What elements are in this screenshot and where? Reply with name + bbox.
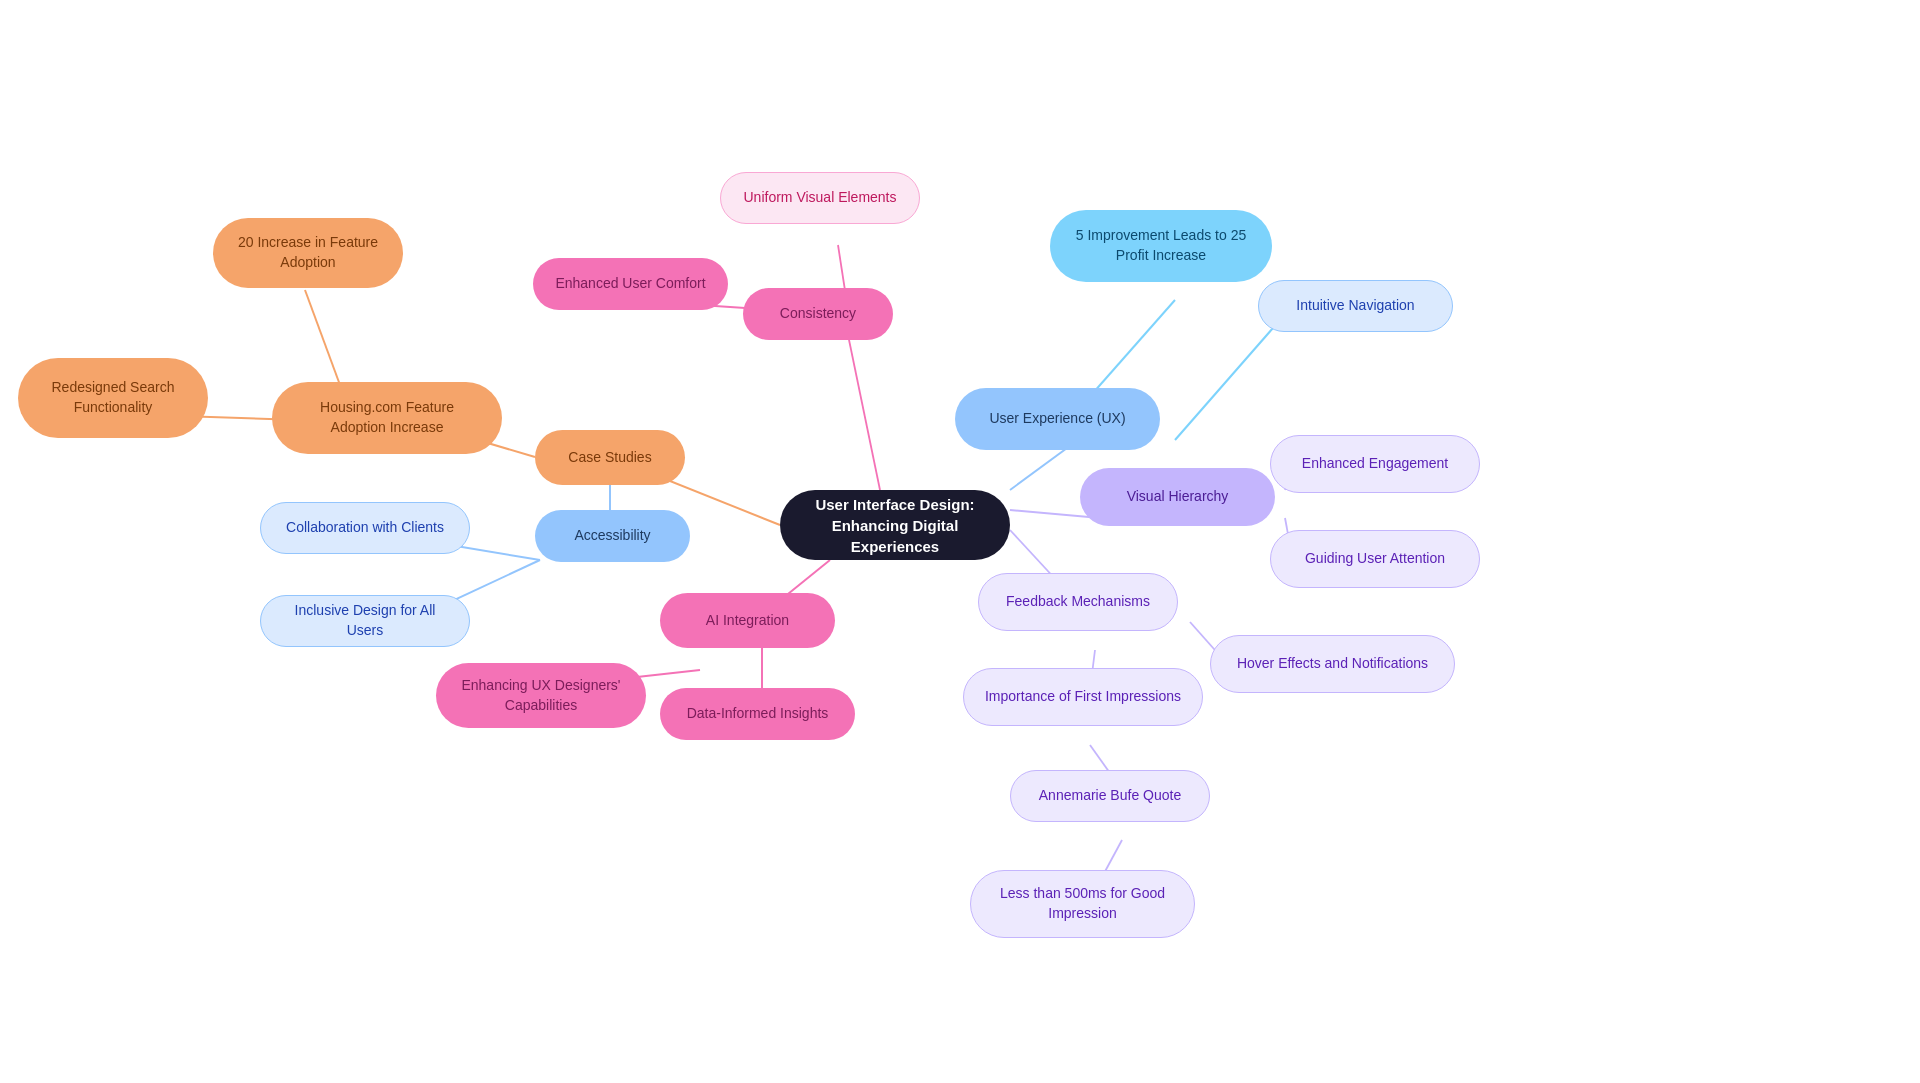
improvement-node[interactable]: 5 Improvement Leads to 25 Profit Increas… (1050, 210, 1272, 282)
guiding-user-label: Guiding User Attention (1305, 549, 1445, 569)
center-label: User Interface Design: Enhancing Digital… (800, 494, 990, 557)
housing-com-node[interactable]: Housing.com Feature Adoption Increase (272, 382, 502, 454)
inclusive-label: Inclusive Design for All Users (281, 601, 449, 640)
uniform-visual-node[interactable]: Uniform Visual Elements (720, 172, 920, 224)
intuitive-nav-label: Intuitive Navigation (1296, 296, 1414, 316)
improvement-label: 5 Improvement Leads to 25 Profit Increas… (1070, 226, 1252, 265)
uniform-visual-label: Uniform Visual Elements (743, 188, 896, 208)
consistency-node[interactable]: Consistency (743, 288, 893, 340)
ai-integration-label: AI Integration (706, 611, 789, 631)
less-than-500-node[interactable]: Less than 500ms for Good Impression (970, 870, 1195, 938)
visual-hierarchy-label: Visual Hierarchy (1127, 487, 1229, 507)
enhanced-comfort-node[interactable]: Enhanced User Comfort (533, 258, 728, 310)
less-than-500-label: Less than 500ms for Good Impression (991, 884, 1174, 923)
feedback-mechanisms-label: Feedback Mechanisms (1006, 592, 1150, 612)
redesigned-search-node[interactable]: Redesigned Search Functionality (18, 358, 208, 438)
enhanced-engagement-label: Enhanced Engagement (1302, 454, 1448, 474)
case-studies-label: Case Studies (568, 448, 651, 468)
svg-line-10 (848, 335, 880, 490)
svg-line-15 (1175, 320, 1280, 440)
user-experience-label: User Experience (UX) (989, 409, 1125, 429)
enhanced-comfort-label: Enhanced User Comfort (555, 274, 705, 294)
ai-integration-node[interactable]: AI Integration (660, 593, 835, 648)
intuitive-nav-node[interactable]: Intuitive Navigation (1258, 280, 1453, 332)
case-studies-node[interactable]: Case Studies (535, 430, 685, 485)
annemarie-quote-node[interactable]: Annemarie Bufe Quote (1010, 770, 1210, 822)
mindmap-canvas: User Interface Design: Enhancing Digital… (0, 0, 1920, 1083)
hover-effects-node[interactable]: Hover Effects and Notifications (1210, 635, 1455, 693)
inclusive-node[interactable]: Inclusive Design for All Users (260, 595, 470, 647)
accessibility-label: Accessibility (574, 526, 650, 546)
collab-label: Collaboration with Clients (286, 518, 444, 538)
user-experience-node[interactable]: User Experience (UX) (955, 388, 1160, 450)
feedback-mechanisms-node[interactable]: Feedback Mechanisms (978, 573, 1178, 631)
visual-hierarchy-node[interactable]: Visual Hierarchy (1080, 468, 1275, 526)
first-impressions-label: Importance of First Impressions (985, 687, 1181, 707)
svg-line-3 (305, 290, 340, 385)
annemarie-quote-label: Annemarie Bufe Quote (1039, 786, 1181, 806)
accessibility-node[interactable]: Accessibility (535, 510, 690, 562)
data-informed-label: Data-Informed Insights (687, 704, 829, 724)
guiding-user-node[interactable]: Guiding User Attention (1270, 530, 1480, 588)
enhancing-ux-label: Enhancing UX Designers' Capabilities (456, 676, 626, 715)
center-node[interactable]: User Interface Design: Enhancing Digital… (780, 490, 1010, 560)
housing-com-label: Housing.com Feature Adoption Increase (292, 398, 482, 437)
enhanced-engagement-node[interactable]: Enhanced Engagement (1270, 435, 1480, 493)
twenty-increase-node[interactable]: 20 Increase in Feature Adoption (213, 218, 403, 288)
first-impressions-node[interactable]: Importance of First Impressions (963, 668, 1203, 726)
collab-node[interactable]: Collaboration with Clients (260, 502, 470, 554)
data-informed-node[interactable]: Data-Informed Insights (660, 688, 855, 740)
consistency-label: Consistency (780, 304, 856, 324)
twenty-increase-label: 20 Increase in Feature Adoption (233, 233, 383, 272)
redesigned-search-label: Redesigned Search Functionality (38, 378, 188, 417)
enhancing-ux-node[interactable]: Enhancing UX Designers' Capabilities (436, 663, 646, 728)
hover-effects-label: Hover Effects and Notifications (1237, 654, 1428, 674)
